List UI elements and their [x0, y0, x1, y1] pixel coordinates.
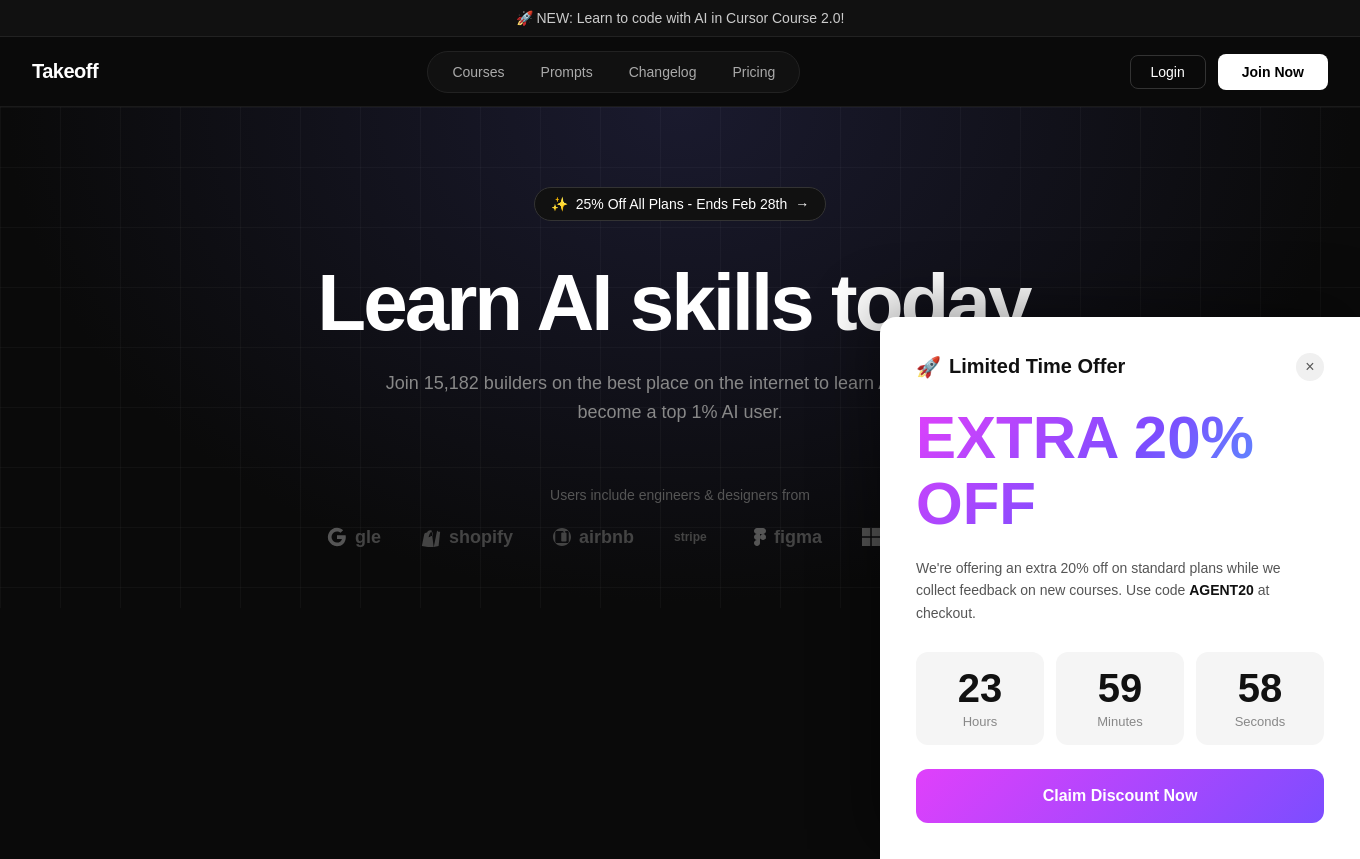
- badge-emoji: ✨: [551, 196, 568, 212]
- announcement-text: NEW: Learn to code with AI in Cursor Cou…: [537, 10, 845, 26]
- announcement-link[interactable]: 🚀 NEW: Learn to code with AI in Cursor C…: [516, 10, 845, 26]
- discount-modal: 🚀 Limited Time Offer × EXTRA 20% OFF We'…: [880, 317, 1360, 859]
- companies-label: Users include engineers & designers from: [550, 487, 810, 503]
- minutes-label: Minutes: [1068, 714, 1172, 729]
- navbar-actions: Login Join Now: [1130, 54, 1329, 90]
- google-text: gle: [355, 527, 381, 548]
- company-stripe: stripe: [674, 528, 714, 546]
- svg-rect-1: [862, 528, 870, 536]
- countdown-minutes: 59 Minutes: [1056, 652, 1184, 745]
- minutes-value: 59: [1068, 668, 1172, 708]
- company-airbnb: airbnb: [553, 527, 634, 548]
- announcement-emoji: 🚀: [516, 10, 533, 26]
- navbar: Takeoff Courses Prompts Changelog Pricin…: [0, 37, 1360, 107]
- shopify-text: shopify: [449, 527, 513, 548]
- nav-menu: Courses Prompts Changelog Pricing: [427, 51, 800, 93]
- company-shopify: shopify: [421, 527, 513, 548]
- modal-description: We're offering an extra 20% off on stand…: [916, 557, 1324, 624]
- nav-item-pricing[interactable]: Pricing: [716, 58, 791, 86]
- nav-item-prompts[interactable]: Prompts: [525, 58, 609, 86]
- figma-text: figma: [774, 527, 822, 548]
- hero-badge[interactable]: ✨ 25% Off All Plans - Ends Feb 28th →: [534, 187, 826, 221]
- nav-item-changelog[interactable]: Changelog: [613, 58, 713, 86]
- company-google: gle: [327, 527, 381, 548]
- badge-text: 25% Off All Plans - Ends Feb 28th: [576, 196, 787, 212]
- svg-rect-2: [872, 528, 880, 536]
- modal-promo-code: AGENT20: [1189, 582, 1254, 598]
- seconds-label: Seconds: [1208, 714, 1312, 729]
- countdown-timer: 23 Hours 59 Minutes 58 Seconds: [916, 652, 1324, 745]
- announcement-bar: 🚀 NEW: Learn to code with AI in Cursor C…: [0, 0, 1360, 37]
- hours-value: 23: [928, 668, 1032, 708]
- countdown-hours: 23 Hours: [916, 652, 1044, 745]
- logo[interactable]: Takeoff: [32, 60, 98, 83]
- svg-rect-4: [872, 538, 880, 546]
- modal-close-button[interactable]: ×: [1296, 353, 1324, 381]
- modal-header: 🚀 Limited Time Offer ×: [916, 353, 1324, 381]
- svg-text:stripe: stripe: [674, 530, 707, 544]
- modal-title-emoji: 🚀: [916, 355, 941, 379]
- claim-discount-button[interactable]: Claim Discount Now: [916, 769, 1324, 823]
- company-figma: figma: [754, 527, 822, 548]
- modal-title-text: Limited Time Offer: [949, 355, 1125, 378]
- hours-label: Hours: [928, 714, 1032, 729]
- svg-rect-3: [862, 538, 870, 546]
- modal-title: 🚀 Limited Time Offer: [916, 355, 1125, 379]
- nav-item-courses[interactable]: Courses: [436, 58, 520, 86]
- seconds-value: 58: [1208, 668, 1312, 708]
- join-now-button[interactable]: Join Now: [1218, 54, 1328, 90]
- airbnb-text: airbnb: [579, 527, 634, 548]
- badge-arrow: →: [795, 196, 809, 212]
- modal-discount-text: EXTRA 20% OFF: [916, 405, 1324, 537]
- countdown-seconds: 58 Seconds: [1196, 652, 1324, 745]
- login-button[interactable]: Login: [1130, 55, 1206, 89]
